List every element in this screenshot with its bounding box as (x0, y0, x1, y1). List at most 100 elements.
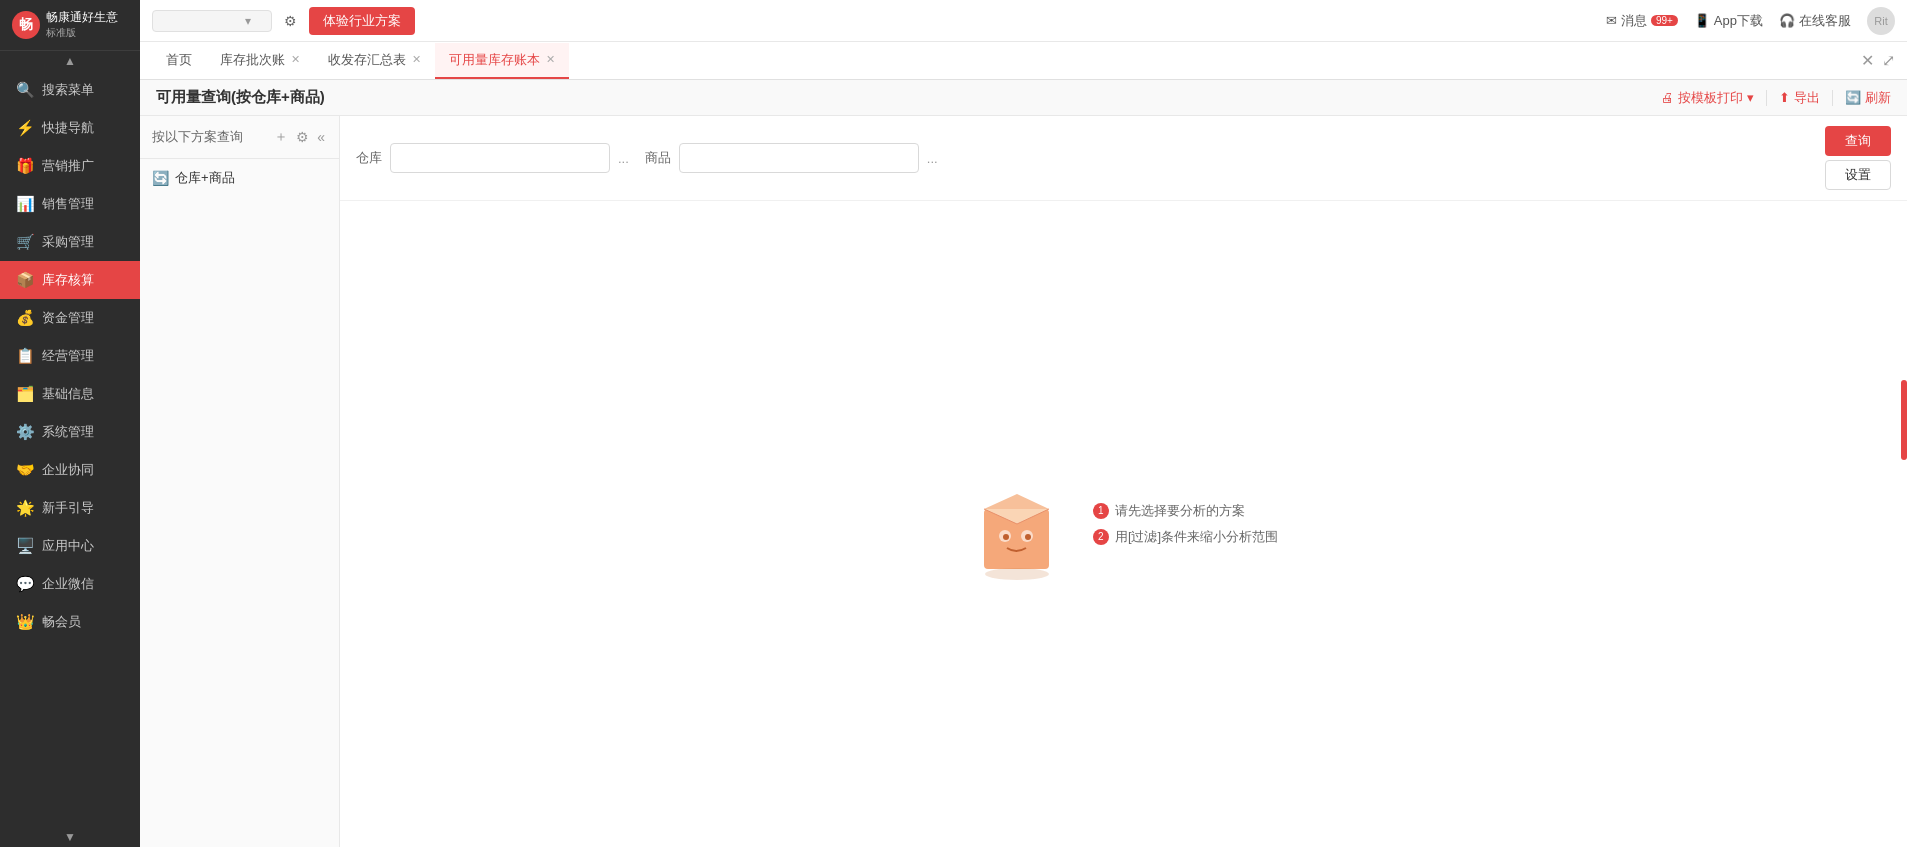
tab-available-ledger-close[interactable]: ✕ (546, 53, 555, 66)
sidebar-item-base[interactable]: 🗂️ 基础信息 (0, 375, 140, 413)
sidebar-item-label: 资金管理 (42, 309, 94, 327)
tab-batch-account-close[interactable]: ✕ (291, 53, 300, 66)
empty-state-image (969, 474, 1069, 574)
manage-scheme-button[interactable]: ⚙ (294, 127, 311, 147)
clipboard-icon: 📋 (16, 347, 34, 365)
message-button[interactable]: ✉ 消息 99+ (1606, 12, 1678, 30)
collapse-panel-button[interactable]: « (315, 127, 327, 147)
tab-collect-account-close[interactable]: ✕ (412, 53, 421, 66)
main-content: 仓库 ... 商品 ... 查询 设置 (340, 116, 1907, 847)
empty-step-1: 1 请先选择要分析的方案 (1093, 498, 1278, 524)
empty-box-svg (969, 474, 1079, 584)
print-button[interactable]: 🖨 按模板打印 ▾ (1661, 89, 1754, 107)
settings-button[interactable]: 设置 (1825, 160, 1891, 190)
header-gear-button[interactable]: ⚙ (280, 11, 301, 31)
main-area: ▾ ⚙ 体验行业方案 ✉ 消息 99+ 📱 App下载 🎧 在线客服 Rit (140, 0, 1907, 847)
sidebar-logo: 畅 畅康通好生意 标准版 (0, 0, 140, 51)
sidebar-item-search[interactable]: 🔍 搜索菜单 (0, 71, 140, 109)
message-badge: 99+ (1651, 15, 1678, 26)
query-button[interactable]: 查询 (1825, 126, 1891, 156)
sidebar-scroll-down[interactable]: ▼ (0, 827, 140, 847)
header-dropdown-btn[interactable]: ▾ (245, 14, 251, 28)
app-name: 畅康通好生意 (46, 10, 118, 26)
header-search-input[interactable] (161, 14, 241, 28)
tab-batch-account-label: 库存批次账 (220, 51, 285, 69)
product-input[interactable] (679, 143, 919, 173)
tab-collect-account[interactable]: 收发存汇总表 ✕ (314, 43, 435, 79)
export-label: 导出 (1794, 89, 1820, 107)
page-title: 可用量查询(按仓库+商品) (156, 88, 325, 107)
tab-available-ledger[interactable]: 可用量库存账本 ✕ (435, 43, 569, 79)
query-buttons: 查询 设置 (1825, 126, 1891, 190)
online-support-button[interactable]: 🎧 在线客服 (1779, 12, 1851, 30)
sidebar-item-label: 新手引导 (42, 499, 94, 517)
sidebar-item-sales[interactable]: 📊 销售管理 (0, 185, 140, 223)
sidebar-item-label: 经营管理 (42, 347, 94, 365)
print-label: 按模板打印 (1678, 89, 1743, 107)
app-edition: 标准版 (46, 26, 118, 40)
expand-button[interactable]: ⤢ (1882, 51, 1895, 70)
filter-panel-title: 按以下方案查询 (152, 128, 243, 146)
refresh-button[interactable]: 🔄 刷新 (1845, 89, 1891, 107)
add-scheme-button[interactable]: ＋ (272, 126, 290, 148)
sidebar-item-label: 库存核算 (42, 271, 94, 289)
gift-icon: 🎁 (16, 157, 34, 175)
warehouse-label: 仓库 (356, 149, 382, 167)
step-1-text: 请先选择要分析的方案 (1115, 498, 1245, 524)
sidebar-item-system[interactable]: ⚙️ 系统管理 (0, 413, 140, 451)
app-download-label: App下载 (1714, 12, 1763, 30)
app-logo-icon: 畅 (12, 11, 40, 39)
warehouse-more-button[interactable]: ... (618, 151, 629, 166)
svg-point-5 (985, 568, 1049, 580)
step-2-num: 2 (1093, 529, 1109, 545)
tab-home[interactable]: 首页 (152, 43, 206, 79)
sidebar-scroll-up[interactable]: ▲ (0, 51, 140, 71)
right-scrollbar[interactable] (1901, 380, 1907, 460)
sidebar-item-label: 畅会员 (42, 613, 81, 631)
sidebar-item-guide[interactable]: 🌟 新手引导 (0, 489, 140, 527)
handshake-icon: 🤝 (16, 461, 34, 479)
sidebar-item-label: 搜索菜单 (42, 81, 94, 99)
sidebar-item-marketing[interactable]: 🎁 营销推广 (0, 147, 140, 185)
app-download-button[interactable]: 📱 App下载 (1694, 12, 1763, 30)
tab-batch-account[interactable]: 库存批次账 ✕ (206, 43, 314, 79)
sidebar-item-wecom[interactable]: 💬 企业微信 (0, 565, 140, 603)
refresh-label: 刷新 (1865, 89, 1891, 107)
monitor-icon: 🖥️ (16, 537, 34, 555)
sidebar-item-label: 应用中心 (42, 537, 94, 555)
product-more-button[interactable]: ... (927, 151, 938, 166)
wechat-icon: 💬 (16, 575, 34, 593)
printer-icon: 🖨 (1661, 90, 1674, 105)
sidebar-item-shortcut[interactable]: ⚡ 快捷导航 (0, 109, 140, 147)
avatar[interactable]: Rit (1867, 7, 1895, 35)
separator-1 (1766, 90, 1767, 106)
header-search-box[interactable]: ▾ (152, 10, 272, 32)
sidebar-item-purchase[interactable]: 🛒 采购管理 (0, 223, 140, 261)
tab-bar: 首页 库存批次账 ✕ 收发存汇总表 ✕ 可用量库存账本 ✕ ✕ ⤢ (140, 42, 1907, 80)
product-field: 商品 ... (645, 143, 938, 173)
message-label: 消息 (1621, 12, 1647, 30)
close-all-tabs-button[interactable]: ✕ (1861, 51, 1874, 70)
export-button[interactable]: ⬆ 导出 (1779, 89, 1820, 107)
warehouse-input[interactable] (390, 143, 610, 173)
sidebar-item-enterprise[interactable]: 🤝 企业协同 (0, 451, 140, 489)
tab-collect-account-label: 收发存汇总表 (328, 51, 406, 69)
content-area: 按以下方案查询 ＋ ⚙ « 🔄 仓库+商品 仓库 ... (140, 116, 1907, 847)
box-icon: 📦 (16, 271, 34, 289)
sidebar-item-inventory[interactable]: 📦 库存核算 (0, 261, 140, 299)
warehouse-field: 仓库 ... (356, 143, 629, 173)
shortcut-icon: ⚡ (16, 119, 34, 137)
trial-button[interactable]: 体验行业方案 (309, 7, 415, 35)
sidebar-item-label: 企业协同 (42, 461, 94, 479)
search-icon: 🔍 (16, 81, 34, 99)
filter-item-warehouse-product[interactable]: 🔄 仓库+商品 (140, 159, 339, 197)
sidebar-item-label: 快捷导航 (42, 119, 94, 137)
sidebar-item-vip[interactable]: 👑 畅会员 (0, 603, 140, 641)
tab-available-ledger-label: 可用量库存账本 (449, 51, 540, 69)
filter-item-label: 仓库+商品 (175, 169, 235, 187)
sidebar-item-finance[interactable]: 💰 资金管理 (0, 299, 140, 337)
folder-icon: 🗂️ (16, 385, 34, 403)
print-dropdown-icon: ▾ (1747, 90, 1754, 105)
sidebar-item-ops[interactable]: 📋 经营管理 (0, 337, 140, 375)
sidebar-item-appcenter[interactable]: 🖥️ 应用中心 (0, 527, 140, 565)
